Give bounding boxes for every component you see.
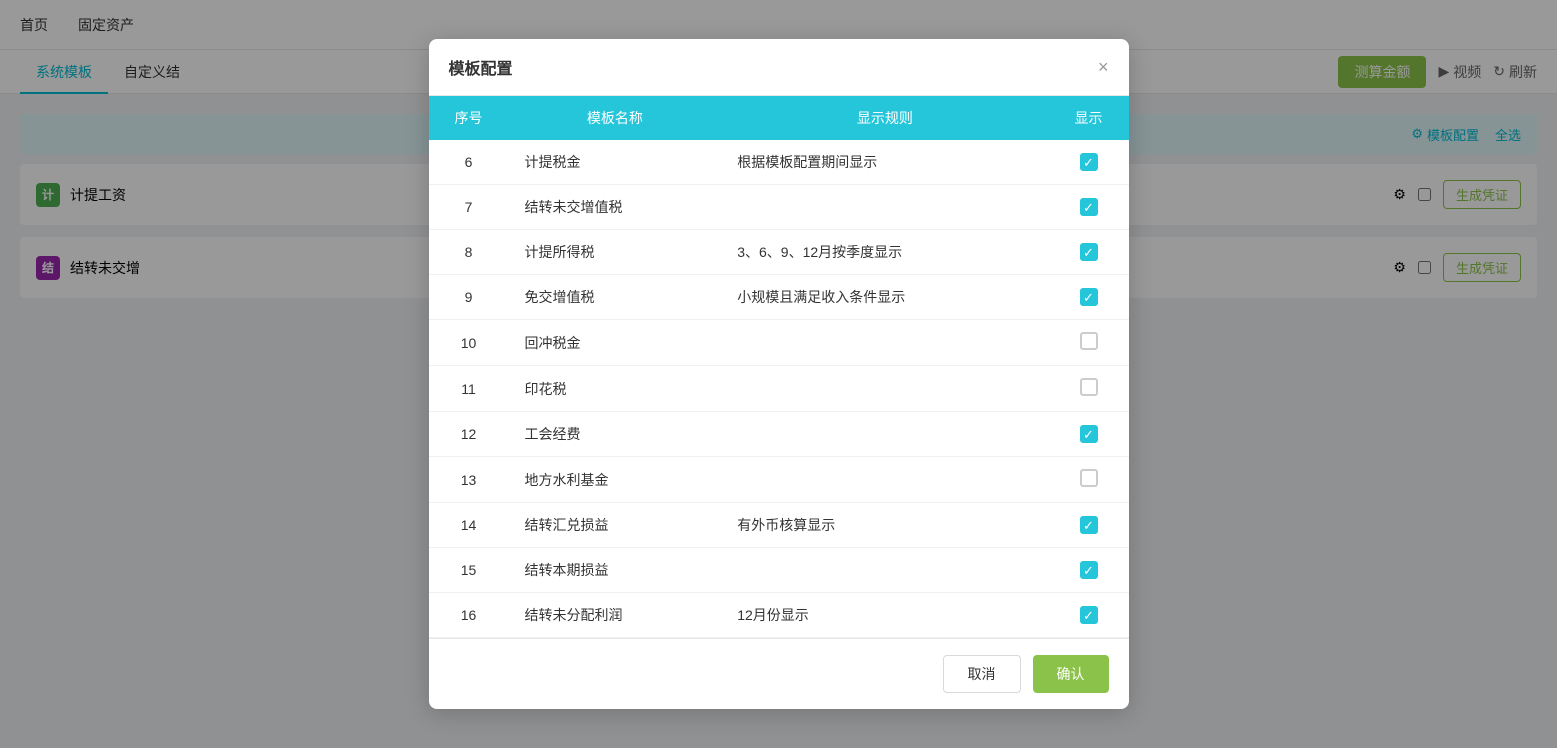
- table-header: 序号 模板名称 显示规则 显示: [429, 96, 1129, 140]
- cell-rule-3: 小规模且满足收入条件显示: [721, 275, 1048, 320]
- cell-seq-0: 6: [429, 140, 509, 185]
- modal-overlay: 模板配置 × 序号 模板名称 显示规则 显示 6计提税金根据模板配置期间: [0, 0, 1557, 748]
- cell-check-7: [1049, 457, 1129, 503]
- cell-name-3: 免交增值税: [509, 275, 722, 320]
- table-row: 11印花税: [429, 366, 1129, 412]
- page-background: 首页 固定资产 系统模板 自定义结 测算金额 ▶ 视频 ↻ 刷新 ⚙ 模板配置: [0, 0, 1557, 748]
- cell-seq-8: 14: [429, 503, 509, 548]
- table-row: 6计提税金根据模板配置期间显示: [429, 140, 1129, 185]
- cell-rule-9: [721, 548, 1048, 593]
- checkbox-9[interactable]: [1080, 561, 1098, 579]
- cell-seq-6: 12: [429, 412, 509, 457]
- modal-template-config: 模板配置 × 序号 模板名称 显示规则 显示 6计提税金根据模板配置期间: [429, 39, 1129, 709]
- cell-seq-3: 9: [429, 275, 509, 320]
- table-row: 9免交增值税小规模且满足收入条件显示: [429, 275, 1129, 320]
- cell-check-0: [1049, 140, 1129, 185]
- cell-name-4: 回冲税金: [509, 320, 722, 366]
- table-row: 12工会经费: [429, 412, 1129, 457]
- table-row: 13地方水利基金: [429, 457, 1129, 503]
- cell-check-9: [1049, 548, 1129, 593]
- cell-rule-4: [721, 320, 1048, 366]
- checkbox-3[interactable]: [1080, 288, 1098, 306]
- cell-seq-9: 15: [429, 548, 509, 593]
- checkbox-8[interactable]: [1080, 516, 1098, 534]
- modal-title: 模板配置: [449, 55, 513, 79]
- close-icon[interactable]: ×: [1098, 58, 1109, 76]
- cell-seq-4: 10: [429, 320, 509, 366]
- cell-name-10: 结转未分配利润: [509, 593, 722, 638]
- table-row: 14结转汇兑损益有外币核算显示: [429, 503, 1129, 548]
- cell-check-10: [1049, 593, 1129, 638]
- checkbox-1[interactable]: [1080, 198, 1098, 216]
- checkbox-7[interactable]: [1080, 469, 1098, 487]
- cell-name-5: 印花税: [509, 366, 722, 412]
- cell-check-2: [1049, 230, 1129, 275]
- cell-rule-5: [721, 366, 1048, 412]
- table-row: 15结转本期损益: [429, 548, 1129, 593]
- confirm-button[interactable]: 确认: [1033, 655, 1109, 693]
- cell-rule-10: 12月份显示: [721, 593, 1048, 638]
- cell-check-8: [1049, 503, 1129, 548]
- cell-check-6: [1049, 412, 1129, 457]
- config-table: 序号 模板名称 显示规则 显示 6计提税金根据模板配置期间显示7结转未交增值税8…: [429, 96, 1129, 638]
- cell-seq-7: 13: [429, 457, 509, 503]
- cell-seq-5: 11: [429, 366, 509, 412]
- table-header-row: 序号 模板名称 显示规则 显示: [429, 96, 1129, 140]
- cell-check-5: [1049, 366, 1129, 412]
- cell-check-3: [1049, 275, 1129, 320]
- cell-rule-6: [721, 412, 1048, 457]
- th-seq: 序号: [429, 96, 509, 140]
- table-body: 6计提税金根据模板配置期间显示7结转未交增值税8计提所得税3、6、9、12月按季…: [429, 140, 1129, 638]
- checkbox-6[interactable]: [1080, 425, 1098, 443]
- cell-rule-8: 有外币核算显示: [721, 503, 1048, 548]
- checkbox-5[interactable]: [1080, 378, 1098, 396]
- table-row: 10回冲税金: [429, 320, 1129, 366]
- cell-name-0: 计提税金: [509, 140, 722, 185]
- cell-check-4: [1049, 320, 1129, 366]
- cell-name-2: 计提所得税: [509, 230, 722, 275]
- cell-rule-1: [721, 185, 1048, 230]
- checkbox-0[interactable]: [1080, 153, 1098, 171]
- cell-name-8: 结转汇兑损益: [509, 503, 722, 548]
- th-rule: 显示规则: [721, 96, 1048, 140]
- checkbox-10[interactable]: [1080, 606, 1098, 624]
- modal-body: 序号 模板名称 显示规则 显示 6计提税金根据模板配置期间显示7结转未交增值税8…: [429, 96, 1129, 638]
- cell-rule-7: [721, 457, 1048, 503]
- cell-name-1: 结转未交增值税: [509, 185, 722, 230]
- modal-header: 模板配置 ×: [429, 39, 1129, 96]
- cell-seq-2: 8: [429, 230, 509, 275]
- cell-name-7: 地方水利基金: [509, 457, 722, 503]
- cancel-button[interactable]: 取消: [943, 655, 1021, 693]
- th-name: 模板名称: [509, 96, 722, 140]
- cell-seq-10: 16: [429, 593, 509, 638]
- cell-rule-0: 根据模板配置期间显示: [721, 140, 1048, 185]
- cell-seq-1: 7: [429, 185, 509, 230]
- th-display: 显示: [1049, 96, 1129, 140]
- table-row: 16结转未分配利润12月份显示: [429, 593, 1129, 638]
- cell-check-1: [1049, 185, 1129, 230]
- cell-name-9: 结转本期损益: [509, 548, 722, 593]
- cell-rule-2: 3、6、9、12月按季度显示: [721, 230, 1048, 275]
- table-row: 8计提所得税3、6、9、12月按季度显示: [429, 230, 1129, 275]
- checkbox-2[interactable]: [1080, 243, 1098, 261]
- table-row: 7结转未交增值税: [429, 185, 1129, 230]
- checkbox-4[interactable]: [1080, 332, 1098, 350]
- modal-footer: 取消 确认: [429, 638, 1129, 709]
- cell-name-6: 工会经费: [509, 412, 722, 457]
